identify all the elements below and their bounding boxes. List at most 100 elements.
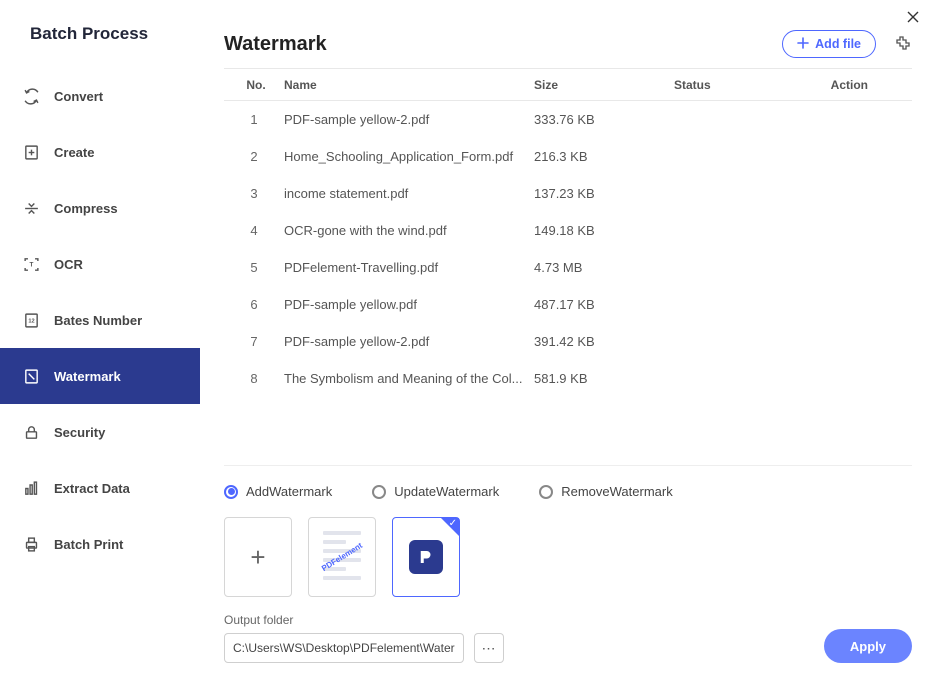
row-size: 333.76 KB	[534, 112, 674, 127]
watermark-icon	[22, 367, 40, 385]
radio-update-watermark[interactable]: UpdateWatermark	[372, 484, 499, 499]
sidebar: Batch Process Convert Create Compress T …	[0, 0, 200, 683]
app-title: Batch Process	[0, 24, 200, 68]
radio-remove-watermark[interactable]: RemoveWatermark	[539, 484, 672, 499]
sidebar-item-label: Batch Print	[54, 537, 123, 552]
table-row[interactable]: 7PDF-sample yellow-2.pdf391.42 KB	[224, 323, 912, 360]
watermark-panel: AddWatermark UpdateWatermark RemoveWater…	[224, 465, 912, 663]
sidebar-item-label: Convert	[54, 89, 103, 104]
col-status: Status	[674, 78, 794, 92]
row-no: 6	[224, 297, 284, 312]
sidebar-item-label: Extract Data	[54, 481, 130, 496]
row-size: 581.9 KB	[534, 371, 674, 386]
add-file-button[interactable]: Add file	[782, 30, 876, 58]
file-table: No. Name Size Status Action 1PDF-sample …	[224, 68, 912, 397]
row-size: 137.23 KB	[534, 186, 674, 201]
watermark-thumbnails: + PDFelement ✓	[224, 517, 912, 597]
table-row[interactable]: 4OCR-gone with the wind.pdf149.18 KB	[224, 212, 912, 249]
col-action: Action	[794, 78, 874, 92]
close-icon[interactable]	[904, 10, 922, 28]
table-row[interactable]: 1PDF-sample yellow-2.pdf333.76 KB	[224, 101, 912, 138]
sidebar-item-extract[interactable]: Extract Data	[0, 460, 200, 516]
row-size: 216.3 KB	[534, 149, 674, 164]
sidebar-item-security[interactable]: Security	[0, 404, 200, 460]
sidebar-item-print[interactable]: Batch Print	[0, 516, 200, 572]
radio-icon	[372, 485, 386, 499]
row-name: OCR-gone with the wind.pdf	[284, 223, 534, 238]
page-title: Watermark	[224, 33, 327, 56]
row-no: 1	[224, 112, 284, 127]
plus-icon: +	[250, 542, 265, 573]
radio-label: UpdateWatermark	[394, 484, 499, 499]
col-no: No.	[224, 78, 284, 92]
add-file-label: Add file	[815, 37, 861, 51]
sidebar-item-label: Compress	[54, 201, 118, 216]
puzzle-icon[interactable]	[894, 34, 912, 55]
row-name: Home_Schooling_Application_Form.pdf	[284, 149, 534, 164]
add-watermark-thumb[interactable]: +	[224, 517, 292, 597]
ocr-icon: T	[22, 255, 40, 273]
row-no: 7	[224, 334, 284, 349]
compress-icon	[22, 199, 40, 217]
table-row[interactable]: 2Home_Schooling_Application_Form.pdf216.…	[224, 138, 912, 175]
lock-icon	[22, 423, 40, 441]
sidebar-item-create[interactable]: Create	[0, 124, 200, 180]
row-no: 8	[224, 371, 284, 386]
table-row[interactable]: 6PDF-sample yellow.pdf487.17 KB	[224, 286, 912, 323]
radio-label: AddWatermark	[246, 484, 332, 499]
svg-text:12: 12	[28, 318, 34, 324]
sidebar-item-ocr[interactable]: T OCR	[0, 236, 200, 292]
row-size: 4.73 MB	[534, 260, 674, 275]
svg-text:T: T	[29, 261, 33, 268]
row-name: PDF-sample yellow.pdf	[284, 297, 534, 312]
bates-icon: 12	[22, 311, 40, 329]
logo-icon	[409, 540, 443, 574]
watermark-mode-group: AddWatermark UpdateWatermark RemoveWater…	[224, 484, 912, 499]
output-folder-input[interactable]	[224, 633, 464, 663]
row-no: 3	[224, 186, 284, 201]
row-size: 391.42 KB	[534, 334, 674, 349]
table-row[interactable]: 8The Symbolism and Meaning of the Col...…	[224, 360, 912, 397]
row-size: 487.17 KB	[534, 297, 674, 312]
main-panel: Watermark Add file No. Name Size Status	[200, 0, 936, 683]
watermark-preview-logo[interactable]: ✓	[392, 517, 460, 597]
table-row[interactable]: 5PDFelement-Travelling.pdf4.73 MB	[224, 249, 912, 286]
output-folder-group: Output folder ⋯	[224, 613, 504, 663]
convert-icon	[22, 87, 40, 105]
row-no: 4	[224, 223, 284, 238]
check-icon: ✓	[449, 518, 457, 530]
extract-icon	[22, 479, 40, 497]
table-row[interactable]: 3income statement.pdf137.23 KB	[224, 175, 912, 212]
radio-icon	[224, 485, 238, 499]
row-size: 149.18 KB	[534, 223, 674, 238]
row-name: PDF-sample yellow-2.pdf	[284, 112, 534, 127]
sidebar-item-label: Bates Number	[54, 313, 142, 328]
sidebar-item-compress[interactable]: Compress	[0, 180, 200, 236]
sidebar-item-label: Security	[54, 425, 105, 440]
sidebar-item-bates[interactable]: 12 Bates Number	[0, 292, 200, 348]
row-no: 2	[224, 149, 284, 164]
row-no: 5	[224, 260, 284, 275]
sidebar-item-watermark[interactable]: Watermark	[0, 348, 200, 404]
browse-folder-button[interactable]: ⋯	[474, 633, 504, 663]
radio-label: RemoveWatermark	[561, 484, 672, 499]
row-name: PDF-sample yellow-2.pdf	[284, 334, 534, 349]
watermark-preview-text[interactable]: PDFelement	[308, 517, 376, 597]
row-name: income statement.pdf	[284, 186, 534, 201]
radio-icon	[539, 485, 553, 499]
output-folder-label: Output folder	[224, 613, 504, 627]
print-icon	[22, 535, 40, 553]
col-size: Size	[534, 78, 674, 92]
create-icon	[22, 143, 40, 161]
row-name: PDFelement-Travelling.pdf	[284, 260, 534, 275]
sidebar-item-label: Watermark	[54, 369, 121, 384]
sidebar-item-label: Create	[54, 145, 94, 160]
col-name: Name	[284, 78, 534, 92]
apply-button[interactable]: Apply	[824, 629, 912, 663]
plus-icon	[797, 37, 809, 52]
sidebar-item-convert[interactable]: Convert	[0, 68, 200, 124]
more-icon: ⋯	[482, 640, 497, 657]
radio-add-watermark[interactable]: AddWatermark	[224, 484, 332, 499]
sidebar-item-label: OCR	[54, 257, 83, 272]
row-name: The Symbolism and Meaning of the Col...	[284, 371, 534, 386]
